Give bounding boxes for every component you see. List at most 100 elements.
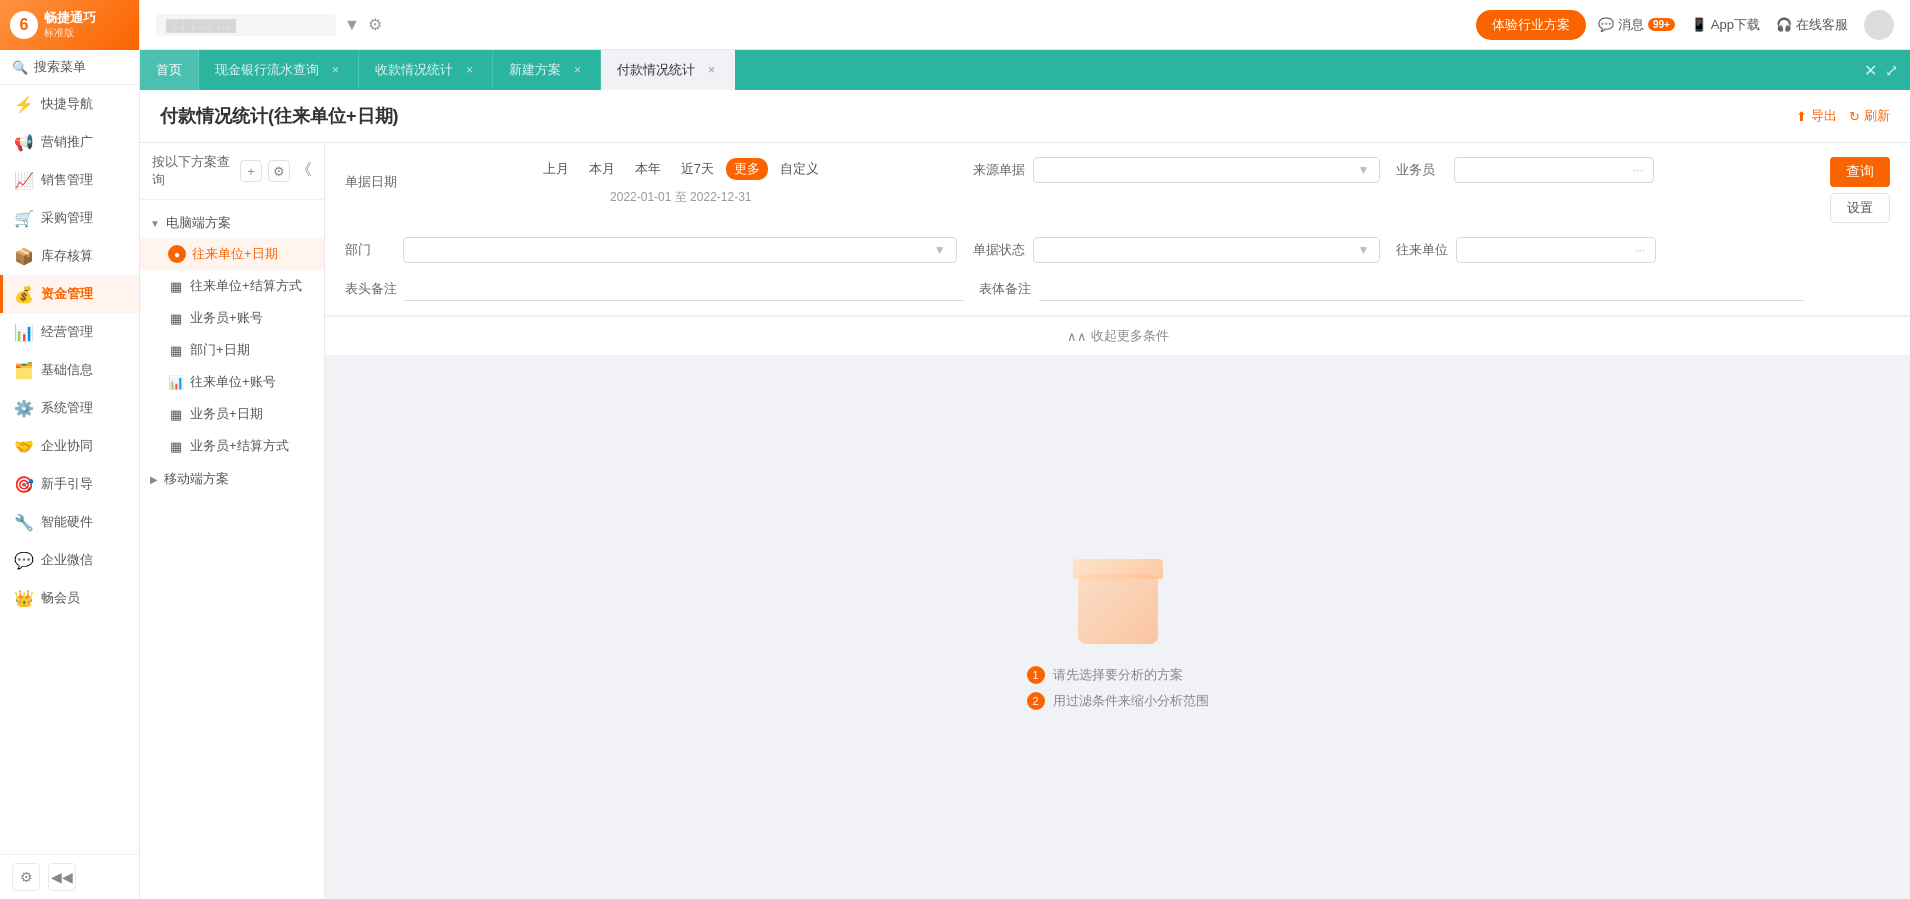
nav-icon-marketing: 📢 [15,133,33,151]
scheme-group-header-移动端方案[interactable]: ▶ 移动端方案 [140,464,324,494]
filter-panel: 单据日期 上月 本月 本年 近7天 更多 自定义 20 [325,143,1910,899]
app-download-btn[interactable]: 📱 App下载 [1691,16,1760,34]
tab-close-payment[interactable]: × [705,62,718,78]
staff-field: 业务员 ··· [1396,157,1804,183]
empty-box [1078,574,1158,644]
date-options-row: 上月 本月 本年 近7天 更多 自定义 [535,157,827,181]
tab-cashflow[interactable]: 现金银行流水查询× [199,50,359,90]
sidebar-nav: ⚡ 快捷导航 📢 营销推广 📈 销售管理 🛒 采购管理 📦 库存核算 💰 资金管… [0,85,139,854]
scheme-group-header-电脑端方案[interactable]: ▼ 电脑端方案 [140,208,324,238]
nav-icon-sales: 📈 [15,171,33,189]
status-select[interactable]: ▼ [1033,237,1381,263]
sidebar-item-guide[interactable]: 🎯 新手引导 [0,465,139,503]
date-opt-this-year[interactable]: 本年 [627,157,669,181]
scheme-header-label: 按以下方案查询 [152,153,240,189]
page-header: 付款情况统计(往来单位+日期) ⬆ 导出 ↻ 刷新 [140,90,1910,143]
date-opt-custom[interactable]: 自定义 [772,157,827,181]
dept-select[interactable]: ▼ [403,237,957,263]
sidebar-item-wechat[interactable]: 💬 企业微信 [0,541,139,579]
nav-label-funds: 资金管理 [41,285,93,303]
sidebar-collapse-btn[interactable]: ◀◀ [48,863,76,891]
tab-income[interactable]: 收款情况统计× [359,50,493,90]
trial-btn[interactable]: 体验行业方案 [1476,10,1586,40]
online-service-btn[interactable]: 🎧 在线客服 [1776,16,1848,34]
sidebar-settings-btn[interactable]: ⚙ [12,863,40,891]
sidebar-item-sales[interactable]: 📈 销售管理 [0,161,139,199]
topbar-address-area: ▓▓▓▓▓▓▓▓ ▼ ⚙ [156,14,1464,36]
staff-select[interactable]: ··· [1454,157,1654,183]
date-opt-more[interactable]: 更多 [726,158,768,180]
page-title: 付款情况统计(往来单位+日期) [160,104,399,128]
tab-new-scheme[interactable]: 新建方案× [493,50,601,90]
gear-icon[interactable]: ⚙ [368,15,382,34]
scheme-item-staff-date[interactable]: ▦业务员+日期 [140,398,324,430]
query-btn[interactable]: 查询 [1830,157,1890,187]
nav-icon-inventory: 📦 [15,247,33,265]
filter-row-3: 表头备注 表体备注 [345,277,1890,301]
filter-settings-btn[interactable]: 设置 [1830,193,1890,223]
scheme-item-unit-account[interactable]: 📊往来单位+账号 [140,366,324,398]
scheme-header: 按以下方案查询 + ⚙ 《 [140,143,324,200]
dropdown-icon[interactable]: ▼ [344,16,360,34]
scheme-item-icon-unit-settle: ▦ [168,278,184,294]
group-arrow: ▼ [150,218,160,229]
body-note-input[interactable] [1039,277,1804,301]
sidebar-item-enterprise[interactable]: 🤝 企业协同 [0,427,139,465]
sidebar-item-quick-nav[interactable]: ⚡ 快捷导航 [0,85,139,123]
tabbar-spacer [735,50,1852,90]
empty-hints: 1 请先选择要分析的方案 2 用过滤条件来缩小分析范围 [1027,666,1209,710]
search-menu-label: 搜索菜单 [34,58,86,76]
sidebar-item-purchase[interactable]: 🛒 采购管理 [0,199,139,237]
filter-row-1: 单据日期 上月 本月 本年 近7天 更多 自定义 20 [345,157,1890,223]
header-note-input[interactable] [405,277,963,301]
scheme-item-unit-date[interactable]: ●往来单位+日期 [140,238,324,270]
tab-payment[interactable]: 付款情况统计× [601,50,735,90]
scheme-item-staff-account[interactable]: ▦业务员+账号 [140,302,324,334]
collapse-bar[interactable]: ∧∧ 收起更多条件 [325,316,1910,355]
tabbar-expand-btn[interactable]: ⤢ [1885,61,1898,80]
messages-btn[interactable]: 💬 消息 99+ [1598,16,1675,34]
export-btn[interactable]: ⬆ 导出 [1796,107,1837,125]
nav-label-quick-nav: 快捷导航 [41,95,93,113]
app-logo: 6 [10,11,38,39]
scheme-item-icon-unit-account: 📊 [168,374,184,390]
scheme-settings-btn[interactable]: ⚙ [268,160,290,182]
tab-home[interactable]: 首页 [140,50,199,90]
dept-label: 部门 [345,241,395,259]
sidebar-item-system[interactable]: ⚙️ 系统管理 [0,389,139,427]
add-scheme-btn[interactable]: + [240,160,262,182]
source-select[interactable]: ▼ [1033,157,1381,183]
tabbar: 首页现金银行流水查询×收款情况统计×新建方案×付款情况统计× ✕ ⤢ [140,50,1910,90]
sidebar-item-member[interactable]: 👑 畅会员 [0,579,139,617]
tab-close-new-scheme[interactable]: × [571,62,584,78]
status-arrow: ▼ [1357,243,1369,257]
date-opt-this-month[interactable]: 本月 [581,157,623,181]
unit-field: 往来单位 ··· [1396,237,1804,263]
tabbar-close-btn[interactable]: ✕ [1864,61,1877,80]
sidebar-item-funds[interactable]: 💰 资金管理 [0,275,139,313]
nav-icon-guide: 🎯 [15,475,33,493]
nav-icon-wechat: 💬 [15,551,33,569]
refresh-btn[interactable]: ↻ 刷新 [1849,107,1890,125]
sidebar-item-inventory[interactable]: 📦 库存核算 [0,237,139,275]
scheme-item-dept-date[interactable]: ▦部门+日期 [140,334,324,366]
tab-close-income[interactable]: × [463,62,476,78]
sidebar-item-basics[interactable]: 🗂️ 基础信息 [0,351,139,389]
scheme-item-icon-staff-date: ▦ [168,406,184,422]
sidebar-item-hardware[interactable]: 🔧 智能硬件 [0,503,139,541]
tab-close-cashflow[interactable]: × [329,62,342,78]
scheme-item-unit-settle[interactable]: ▦往来单位+结算方式 [140,270,324,302]
scheme-collapse-btn[interactable]: 《 [296,160,312,182]
scheme-item-staff-settle[interactable]: ▦业务员+结算方式 [140,430,324,462]
user-avatar[interactable] [1864,10,1894,40]
sidebar-item-marketing[interactable]: 📢 营销推广 [0,123,139,161]
group-arrow: ▶ [150,474,158,485]
date-opt-7days[interactable]: 近7天 [673,157,722,181]
date-opt-last-month[interactable]: 上月 [535,157,577,181]
sidebar-item-operations[interactable]: 📊 经营管理 [0,313,139,351]
scheme-item-label-staff-settle: 业务员+结算方式 [190,437,289,455]
unit-select[interactable]: ··· [1456,237,1656,263]
search-menu-item[interactable]: 🔍 搜索菜单 [0,50,139,85]
service-label: 在线客服 [1796,16,1848,34]
tab-label-home: 首页 [156,61,182,79]
